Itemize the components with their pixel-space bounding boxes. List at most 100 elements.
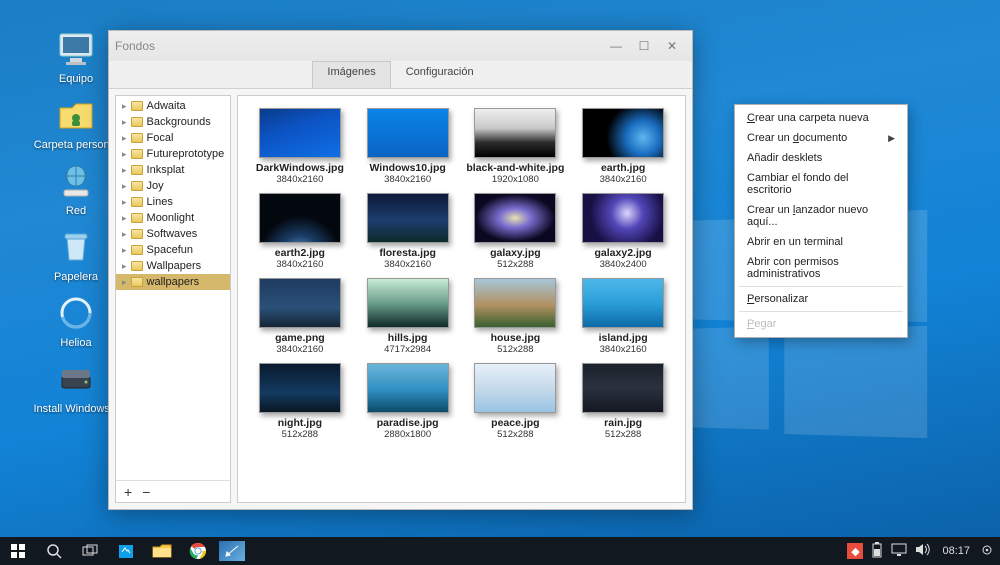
context-menu-item[interactable]: Abrir en un terminal bbox=[735, 232, 907, 252]
close-button[interactable]: ✕ bbox=[658, 35, 686, 57]
wallpaper-thumbnail[interactable]: night.jpg512x288 bbox=[248, 363, 352, 440]
wallpaper-thumbnail[interactable]: Windows10.jpg3840x2160 bbox=[356, 108, 460, 185]
wallpaper-thumbnail[interactable]: island.jpg3840x2160 bbox=[571, 278, 675, 355]
thumbnail-name: galaxy2.jpg bbox=[571, 247, 675, 259]
context-menu-item[interactable]: Crear un lanzador nuevo aquí... bbox=[735, 200, 907, 232]
wallpaper-thumbnail[interactable]: earth2.jpg3840x2160 bbox=[248, 193, 352, 270]
thumbnail-resolution: 512x288 bbox=[464, 429, 568, 440]
thumbnail-resolution: 512x288 bbox=[464, 259, 568, 270]
sidebar-folder-item[interactable]: ▸Softwaves bbox=[116, 226, 230, 242]
folder-icon bbox=[131, 229, 143, 239]
taskbar-app-chrome[interactable] bbox=[180, 537, 216, 565]
menu-item-label: Añadir desklets bbox=[747, 152, 822, 164]
wallpaper-thumbnail[interactable]: hills.jpg4717x2984 bbox=[356, 278, 460, 355]
gallery-scroll[interactable]: DarkWindows.jpg3840x2160Windows10.jpg384… bbox=[237, 95, 686, 503]
thumbnail-name: Windows10.jpg bbox=[356, 162, 460, 174]
folder-label: Joy bbox=[147, 180, 164, 192]
clock[interactable]: 08:17 bbox=[938, 545, 974, 557]
expand-icon[interactable]: ▸ bbox=[122, 133, 127, 144]
titlebar[interactable]: Fondos ― ☐ ✕ bbox=[109, 31, 692, 61]
thumbnail-image bbox=[259, 193, 341, 243]
remove-folder-button[interactable]: − bbox=[142, 484, 150, 500]
minimize-button[interactable]: ― bbox=[602, 35, 630, 57]
expand-icon[interactable]: ▸ bbox=[122, 197, 127, 208]
context-menu-item[interactable]: Añadir desklets bbox=[735, 148, 907, 168]
thumbnail-resolution: 3840x2400 bbox=[571, 259, 675, 270]
wallpaper-thumbnail[interactable]: black-and-white.jpg1920x1080 bbox=[464, 108, 568, 185]
folder-icon bbox=[131, 133, 143, 143]
expand-icon[interactable]: ▸ bbox=[122, 213, 127, 224]
expand-icon[interactable]: ▸ bbox=[122, 101, 127, 112]
wallpaper-thumbnail[interactable]: floresta.jpg3840x2160 bbox=[356, 193, 460, 270]
menu-item-label: Pegar bbox=[747, 318, 776, 330]
folder-icon bbox=[131, 213, 143, 223]
expand-icon[interactable]: ▸ bbox=[122, 117, 127, 128]
sidebar-folder-item[interactable]: ▸ Lines bbox=[116, 194, 230, 210]
menu-item-label: Cambiar el fondo del escritorio bbox=[747, 172, 895, 196]
drive-icon bbox=[55, 358, 97, 400]
thumbnail-resolution: 2880x1800 bbox=[356, 429, 460, 440]
expand-icon[interactable]: ▸ bbox=[122, 261, 127, 272]
wallpaper-thumbnail[interactable]: earth.jpg3840x2160 bbox=[571, 108, 675, 185]
folder-label: Lines bbox=[147, 196, 173, 208]
context-menu-item[interactable]: Crear una carpeta nueva bbox=[735, 108, 907, 128]
sidebar-folder-item[interactable]: ▸Spacefun bbox=[116, 242, 230, 258]
search-button[interactable] bbox=[36, 537, 72, 565]
tray-app-icon[interactable]: ◆ bbox=[847, 543, 863, 559]
thumbnail-name: peace.jpg bbox=[464, 417, 568, 429]
wallpaper-thumbnail[interactable]: paradise.jpg2880x1800 bbox=[356, 363, 460, 440]
expand-icon[interactable]: ▸ bbox=[122, 277, 127, 288]
start-button[interactable] bbox=[0, 537, 36, 565]
thumbnail-name: house.jpg bbox=[464, 332, 568, 344]
expand-icon[interactable]: ▸ bbox=[122, 245, 127, 256]
sidebar-folder-item[interactable]: ▸Futureprototype bbox=[116, 146, 230, 162]
taskbar-app-store[interactable] bbox=[108, 537, 144, 565]
taskbar-app-settings[interactable] bbox=[219, 541, 245, 561]
expand-icon[interactable]: ▸ bbox=[122, 149, 127, 160]
sidebar-folder-item[interactable]: ▸wallpapers bbox=[116, 274, 230, 290]
wallpaper-thumbnail[interactable]: game.png3840x2160 bbox=[248, 278, 352, 355]
thumbnail-image bbox=[259, 363, 341, 413]
thumbnail-resolution: 512x288 bbox=[464, 344, 568, 355]
show-desktop-icon[interactable] bbox=[982, 545, 992, 558]
sidebar-folder-item[interactable]: ▸Wallpapers bbox=[116, 258, 230, 274]
folder-label: Moonlight bbox=[147, 212, 195, 224]
folder-label: Adwaita bbox=[147, 100, 186, 112]
desktop[interactable]: Equipo Carpeta personal Red Papelera Hel… bbox=[0, 0, 1000, 537]
wallpaper-thumbnail[interactable]: rain.jpg512x288 bbox=[571, 363, 675, 440]
sidebar-folder-item[interactable]: ▸Inksplat bbox=[116, 162, 230, 178]
context-menu-item[interactable]: Cambiar el fondo del escritorio bbox=[735, 168, 907, 200]
sidebar-folder-item[interactable]: ▸Backgrounds bbox=[116, 114, 230, 130]
battery-icon[interactable] bbox=[871, 542, 883, 561]
wallpaper-thumbnail[interactable]: galaxy.jpg512x288 bbox=[464, 193, 568, 270]
thumbnail-image bbox=[474, 363, 556, 413]
thumbnail-resolution: 3840x2160 bbox=[571, 344, 675, 355]
thumbnail-name: black-and-white.jpg bbox=[464, 162, 568, 174]
thumbnail-name: earth2.jpg bbox=[248, 247, 352, 259]
expand-icon[interactable]: ▸ bbox=[122, 165, 127, 176]
taskview-button[interactable] bbox=[72, 537, 108, 565]
context-menu-item[interactable]: Abrir con permisos administrativos bbox=[735, 252, 907, 284]
wallpaper-thumbnail[interactable]: house.jpg512x288 bbox=[464, 278, 568, 355]
taskbar-app-files[interactable] bbox=[144, 537, 180, 565]
wallpaper-thumbnail[interactable]: peace.jpg512x288 bbox=[464, 363, 568, 440]
display-icon[interactable] bbox=[891, 543, 907, 559]
sidebar-folder-item[interactable]: ▸ Adwaita bbox=[116, 98, 230, 114]
thumbnail-image bbox=[259, 108, 341, 158]
sidebar-folder-item[interactable]: ▸ Moonlight bbox=[116, 210, 230, 226]
wallpaper-thumbnail[interactable]: galaxy2.jpg3840x2400 bbox=[571, 193, 675, 270]
add-folder-button[interactable]: + bbox=[124, 484, 132, 500]
tab-config[interactable]: Configuración bbox=[391, 61, 489, 88]
sidebar-folder-item[interactable]: ▸ Joy bbox=[116, 178, 230, 194]
context-menu-item[interactable]: Crear un documento▶ bbox=[735, 128, 907, 148]
maximize-button[interactable]: ☐ bbox=[630, 35, 658, 57]
context-menu-item[interactable]: Personalizar bbox=[735, 289, 907, 309]
expand-icon[interactable]: ▸ bbox=[122, 181, 127, 192]
menu-item-label: Crear un documento bbox=[747, 132, 847, 144]
tab-bar: Imágenes Configuración bbox=[109, 61, 692, 89]
expand-icon[interactable]: ▸ bbox=[122, 229, 127, 240]
tab-images[interactable]: Imágenes bbox=[312, 61, 390, 88]
sidebar-folder-item[interactable]: ▸Focal bbox=[116, 130, 230, 146]
volume-icon[interactable] bbox=[915, 543, 930, 559]
wallpaper-thumbnail[interactable]: DarkWindows.jpg3840x2160 bbox=[248, 108, 352, 185]
